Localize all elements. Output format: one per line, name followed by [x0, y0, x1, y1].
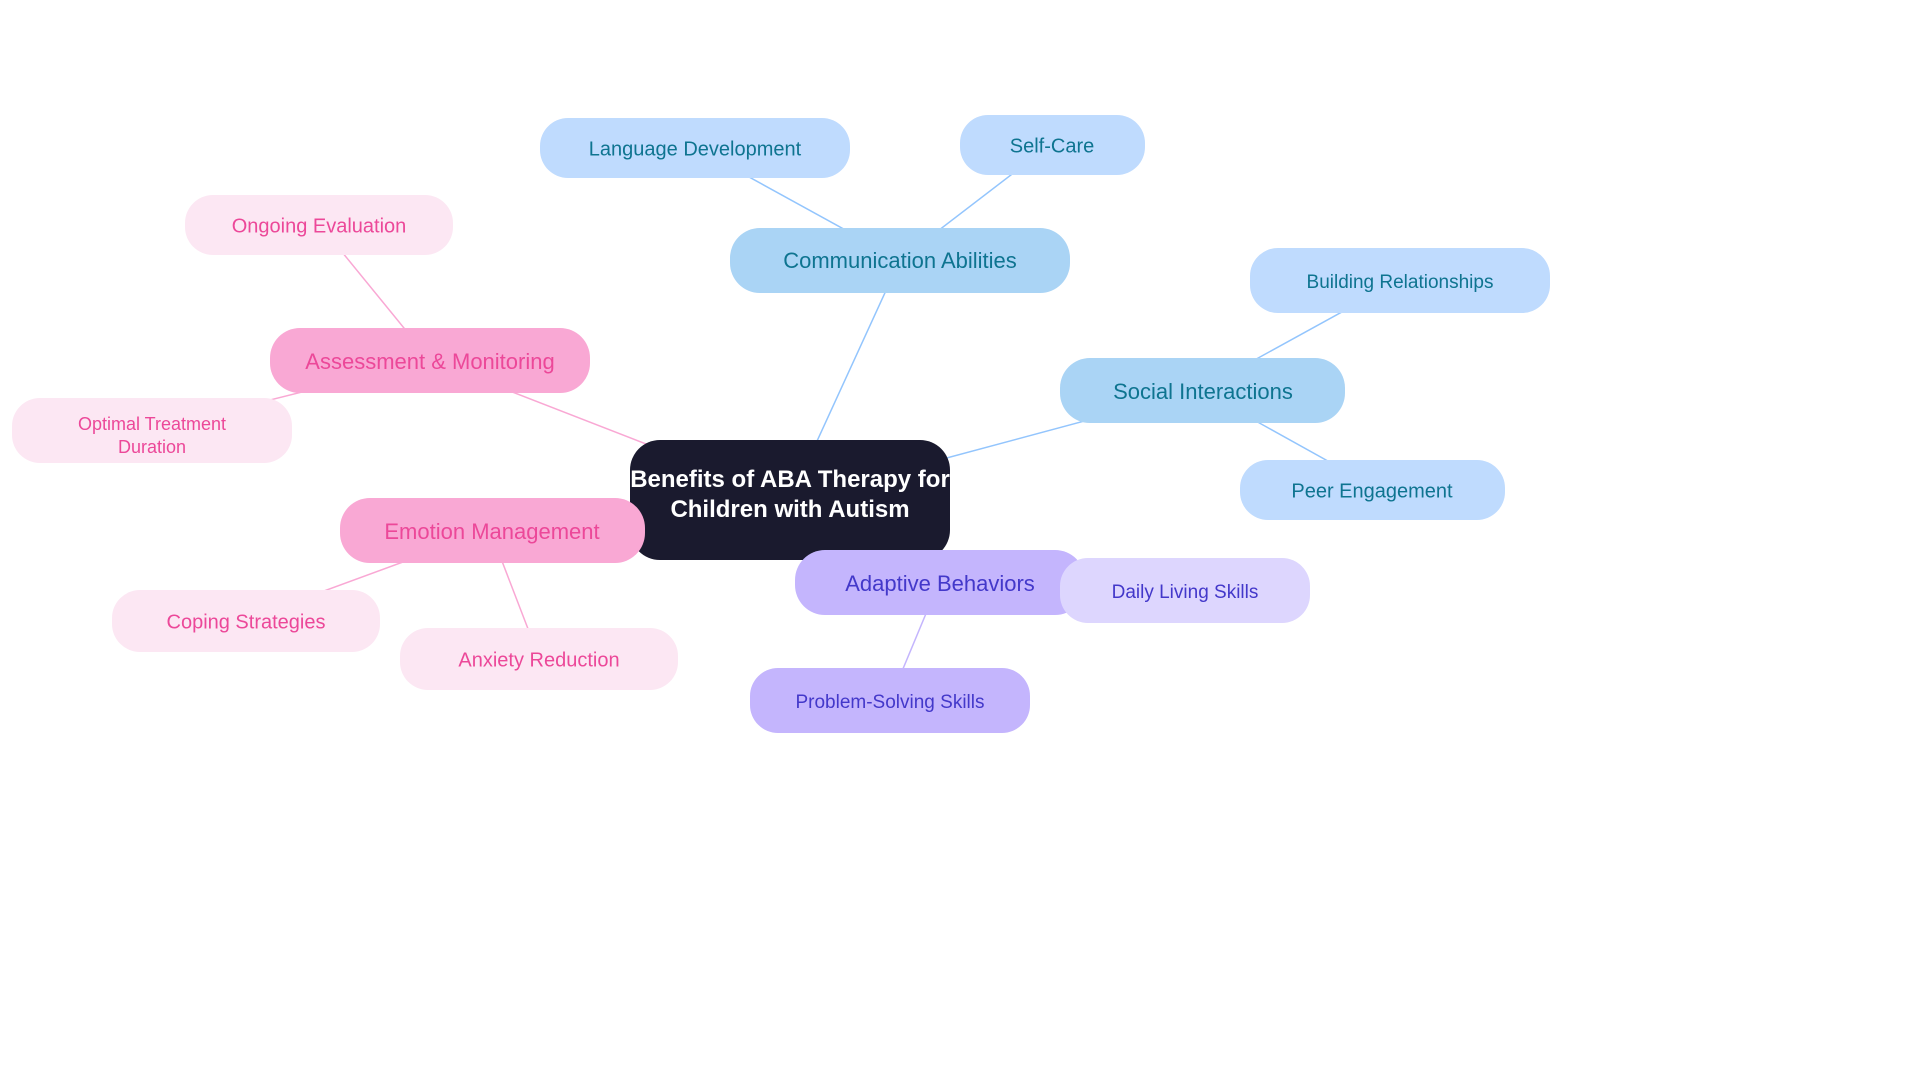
coping-strategies-label: Coping Strategies	[167, 611, 326, 633]
ongoing-evaluation-label: Ongoing Evaluation	[232, 215, 407, 237]
optimal-treatment-label-2: Duration	[118, 437, 186, 457]
center-label-2: Children with Autism	[670, 496, 909, 523]
mindmap-diagram: Benefits of ABA Therapy for Children wit…	[0, 0, 1920, 1083]
assessment-monitoring-label: Assessment & Monitoring	[305, 349, 554, 374]
daily-living-skills-label: Daily Living Skills	[1112, 582, 1259, 603]
optimal-treatment-label-1: Optimal Treatment	[78, 414, 226, 434]
social-interactions-label: Social Interactions	[1113, 379, 1293, 404]
center-label: Benefits of ABA Therapy for	[630, 466, 950, 493]
communication-label: Communication Abilities	[783, 248, 1017, 273]
self-care-label: Self-Care	[1010, 135, 1094, 157]
peer-engagement-label: Peer Engagement	[1291, 480, 1453, 502]
problem-solving-label: Problem-Solving Skills	[795, 692, 984, 713]
language-dev-label: Language Development	[589, 138, 802, 160]
anxiety-reduction-label: Anxiety Reduction	[458, 649, 619, 671]
building-relationships-label: Building Relationships	[1307, 272, 1494, 293]
emotion-management-label: Emotion Management	[384, 519, 599, 544]
adaptive-behaviors-label: Adaptive Behaviors	[845, 571, 1035, 596]
